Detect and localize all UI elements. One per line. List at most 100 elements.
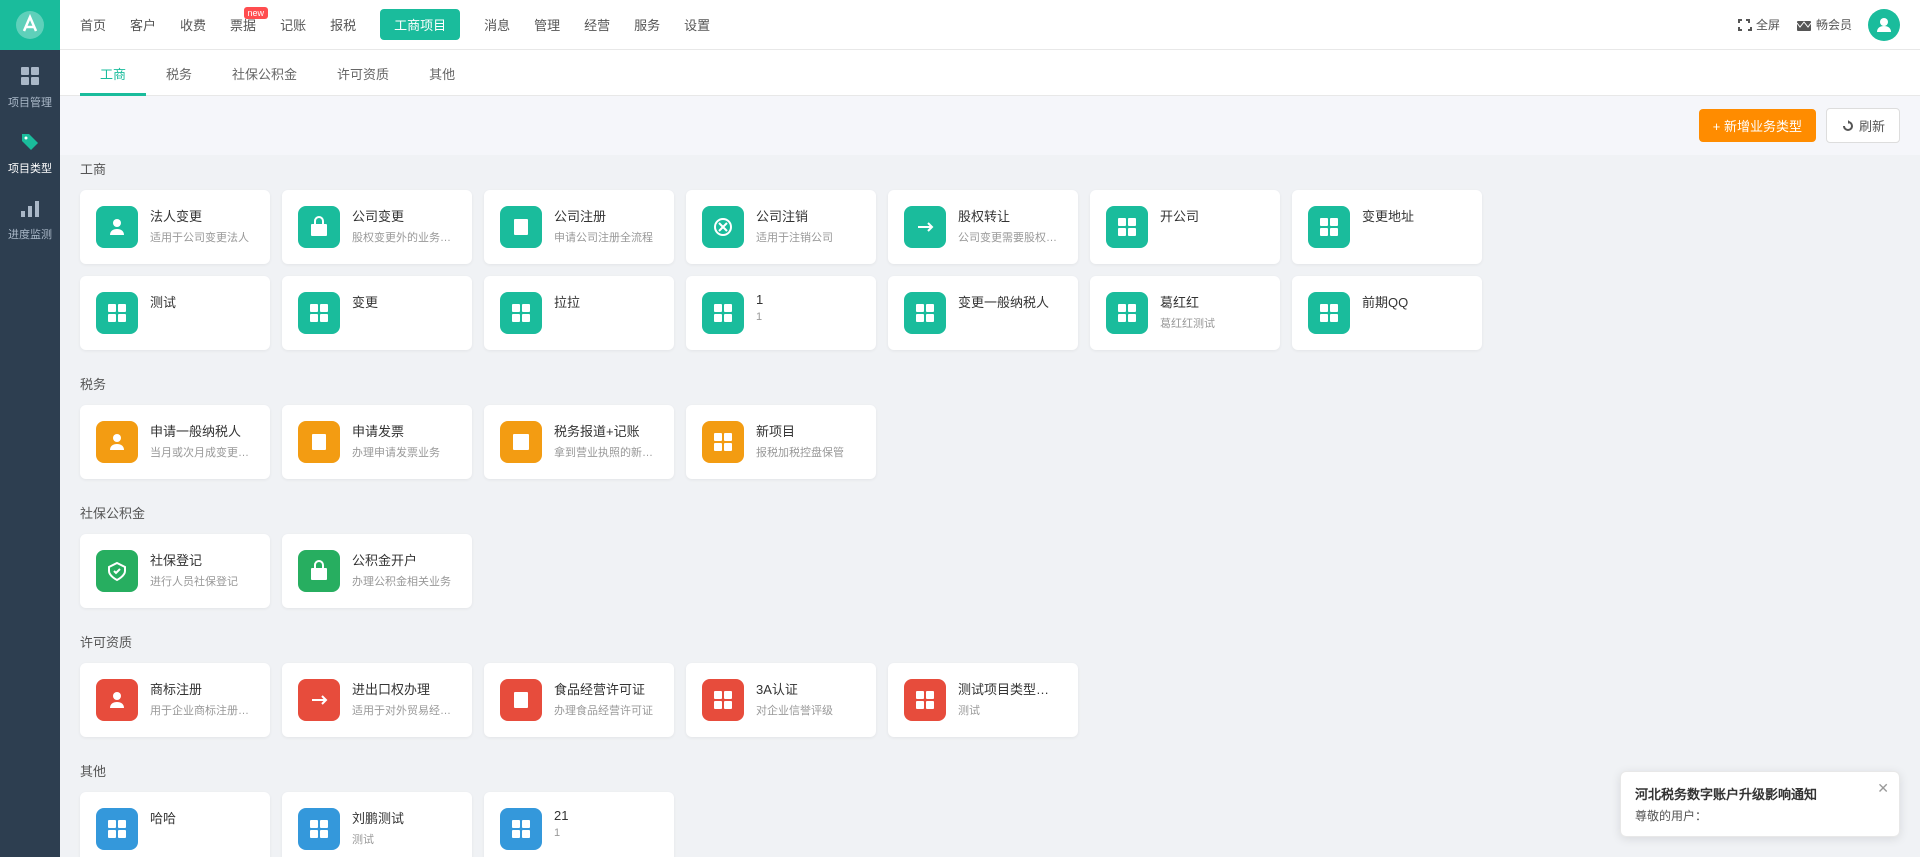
nav-service[interactable]: 服务 bbox=[634, 11, 660, 38]
card-desc: 拿到营业执照的新公司 bbox=[554, 444, 658, 460]
fullscreen-btn[interactable]: 全屏 bbox=[1736, 16, 1780, 33]
card-twentyone[interactable]: 21 1 bbox=[484, 792, 674, 857]
card-name: 公积金开户 bbox=[352, 550, 456, 569]
card-tax-report[interactable]: 税务报道+记账 拿到营业执照的新公司 bbox=[484, 405, 674, 479]
card-icon bbox=[298, 292, 340, 334]
vip-btn[interactable]: 畅会员 bbox=[1796, 16, 1852, 33]
tab-bizreg[interactable]: 工商 bbox=[80, 50, 146, 96]
card-equity-transfer[interactable]: 股权转让 公司变更需要股权转让 bbox=[888, 190, 1078, 264]
card-change-taxpayer[interactable]: 变更一般纳税人 bbox=[888, 276, 1078, 350]
card-info: 测试 bbox=[150, 292, 254, 315]
card-info: 测试项目类型目定义 测试 bbox=[958, 679, 1062, 718]
card-social-reg[interactable]: 社保登记 进行人员社保登记 bbox=[80, 534, 270, 608]
avatar[interactable] bbox=[1868, 9, 1900, 41]
nav-client[interactable]: 客户 bbox=[130, 11, 156, 38]
card-desc: 股权变更外的业务变更 bbox=[352, 229, 456, 245]
section-bizreg: 工商 法人变更 适用于公司变更法人 bbox=[60, 159, 1920, 370]
card-3a-cert[interactable]: 3A认证 对企业信誉评级 bbox=[686, 663, 876, 737]
card-icon bbox=[298, 679, 340, 721]
add-type-button[interactable]: + 新增业务类型 bbox=[1699, 109, 1816, 142]
card-desc: 办理公积金相关业务 bbox=[352, 573, 456, 589]
card-icon bbox=[904, 206, 946, 248]
card-desc: 葛红红测试 bbox=[1160, 315, 1264, 331]
nav-invoice[interactable]: 票据 new bbox=[230, 11, 256, 38]
card-import-export[interactable]: 进出口权办理 适用于对外贸易经营者 bbox=[282, 663, 472, 737]
card-name: 食品经营许可证 bbox=[554, 679, 658, 698]
topnav-items: 首页 客户 收费 票据 new 记账 报税 工商项目 消息 管理 经营 服务 设… bbox=[80, 9, 1736, 40]
card-info: 公司变更 股权变更外的业务变更 bbox=[352, 206, 456, 245]
card-haha[interactable]: 哈哈 bbox=[80, 792, 270, 857]
card-fund-open[interactable]: 公积金开户 办理公积金相关业务 bbox=[282, 534, 472, 608]
card-name: 股权转让 bbox=[958, 206, 1062, 225]
card-icon bbox=[96, 550, 138, 592]
card-desc: 进行人员社保登记 bbox=[150, 573, 254, 589]
card-info: 葛红红 葛红红测试 bbox=[1160, 292, 1264, 331]
card-liupeng-test[interactable]: 刘鹏测试 测试 bbox=[282, 792, 472, 857]
card-icon bbox=[702, 679, 744, 721]
toolbar: + 新增业务类型 刷新 bbox=[60, 96, 1920, 155]
section-social: 社保公积金 社保登记 进行人员社保登记 bbox=[60, 503, 1920, 628]
card-lala[interactable]: 拉拉 bbox=[484, 276, 674, 350]
section-license-title: 许可资质 bbox=[80, 632, 1900, 651]
card-early-qq[interactable]: 前期QQ bbox=[1292, 276, 1482, 350]
sidebar: 项目管理 项目类型 进度监测 bbox=[0, 0, 60, 857]
card-info: 变更一般纳税人 bbox=[958, 292, 1062, 315]
nav-operation[interactable]: 经营 bbox=[584, 11, 610, 38]
card-name: 变更一般纳税人 bbox=[958, 292, 1062, 311]
card-legal-change[interactable]: 法人变更 适用于公司变更法人 bbox=[80, 190, 270, 264]
card-test-define[interactable]: 测试项目类型目定义 测试 bbox=[888, 663, 1078, 737]
notification-close-btn[interactable]: ✕ bbox=[1877, 780, 1889, 797]
card-icon bbox=[298, 421, 340, 463]
nav-home[interactable]: 首页 bbox=[80, 11, 106, 38]
card-icon bbox=[1106, 292, 1148, 334]
card-test[interactable]: 测试 bbox=[80, 276, 270, 350]
card-one[interactable]: 1 1 bbox=[686, 276, 876, 350]
nav-settings[interactable]: 设置 bbox=[684, 11, 710, 38]
card-apply-invoice[interactable]: 申请发票 办理申请发票业务 bbox=[282, 405, 472, 479]
card-company-cancel[interactable]: 公司注销 适用于注销公司 bbox=[686, 190, 876, 264]
card-ge-honghong[interactable]: 葛红红 葛红红测试 bbox=[1090, 276, 1280, 350]
card-food-license[interactable]: 食品经营许可证 办理食品经营许可证 bbox=[484, 663, 674, 737]
card-company-change[interactable]: 公司变更 股权变更外的业务变更 bbox=[282, 190, 472, 264]
card-icon bbox=[298, 550, 340, 592]
sidebar-item-project-mgmt[interactable]: 项目管理 bbox=[0, 50, 60, 116]
card-change-address[interactable]: 变更地址 bbox=[1292, 190, 1482, 264]
bizreg-cards-grid-2: 测试 变更 bbox=[80, 276, 1900, 350]
tab-other[interactable]: 其他 bbox=[409, 50, 475, 96]
card-desc: 适用于公司变更法人 bbox=[150, 229, 254, 245]
topnav: 首页 客户 收费 票据 new 记账 报税 工商项目 消息 管理 经营 服务 设… bbox=[60, 0, 1920, 50]
tab-social[interactable]: 社保公积金 bbox=[212, 50, 317, 96]
card-desc: 用于企业商标注册服务 bbox=[150, 702, 254, 718]
refresh-button[interactable]: 刷新 bbox=[1826, 108, 1900, 143]
card-icon bbox=[702, 292, 744, 334]
card-apply-taxpayer[interactable]: 申请一般纳税人 当月或次月成变更完成 bbox=[80, 405, 270, 479]
card-info: 公司注销 适用于注销公司 bbox=[756, 206, 860, 245]
tab-license[interactable]: 许可资质 bbox=[317, 50, 409, 96]
card-open-company[interactable]: 开公司 bbox=[1090, 190, 1280, 264]
sidebar-item-progress-monitor[interactable]: 进度监测 bbox=[0, 182, 60, 248]
nav-tax[interactable]: 报税 bbox=[330, 11, 356, 38]
card-desc: 办理申请发票业务 bbox=[352, 444, 456, 460]
nav-billing[interactable]: 收费 bbox=[180, 11, 206, 38]
sidebar-item-project-type[interactable]: 项目类型 bbox=[0, 116, 60, 182]
tabs-bar: 工商 税务 社保公积金 许可资质 其他 bbox=[60, 50, 1920, 96]
card-info: 开公司 bbox=[1160, 206, 1264, 229]
card-icon bbox=[96, 808, 138, 850]
card-info: 法人变更 适用于公司变更法人 bbox=[150, 206, 254, 245]
card-trademark[interactable]: 商标注册 用于企业商标注册服务 bbox=[80, 663, 270, 737]
card-name: 哈哈 bbox=[150, 808, 254, 827]
section-social-title: 社保公积金 bbox=[80, 503, 1900, 522]
nav-accounting[interactable]: 记账 bbox=[280, 11, 306, 38]
card-name: 葛红红 bbox=[1160, 292, 1264, 311]
card-icon bbox=[1308, 206, 1350, 248]
card-desc: 1 bbox=[554, 827, 658, 839]
card-company-reg[interactable]: 公司注册 申请公司注册全流程 bbox=[484, 190, 674, 264]
tab-tax[interactable]: 税务 bbox=[146, 50, 212, 96]
nav-bizreg[interactable]: 工商项目 bbox=[380, 9, 460, 40]
nav-message[interactable]: 消息 bbox=[484, 11, 510, 38]
scroll-container[interactable]: 工商 法人变更 适用于公司变更法人 bbox=[60, 155, 1920, 857]
card-new-project[interactable]: 新项目 报税加税控盘保管 bbox=[686, 405, 876, 479]
card-change2[interactable]: 变更 bbox=[282, 276, 472, 350]
nav-manage[interactable]: 管理 bbox=[534, 11, 560, 38]
section-tax-title: 税务 bbox=[80, 374, 1900, 393]
